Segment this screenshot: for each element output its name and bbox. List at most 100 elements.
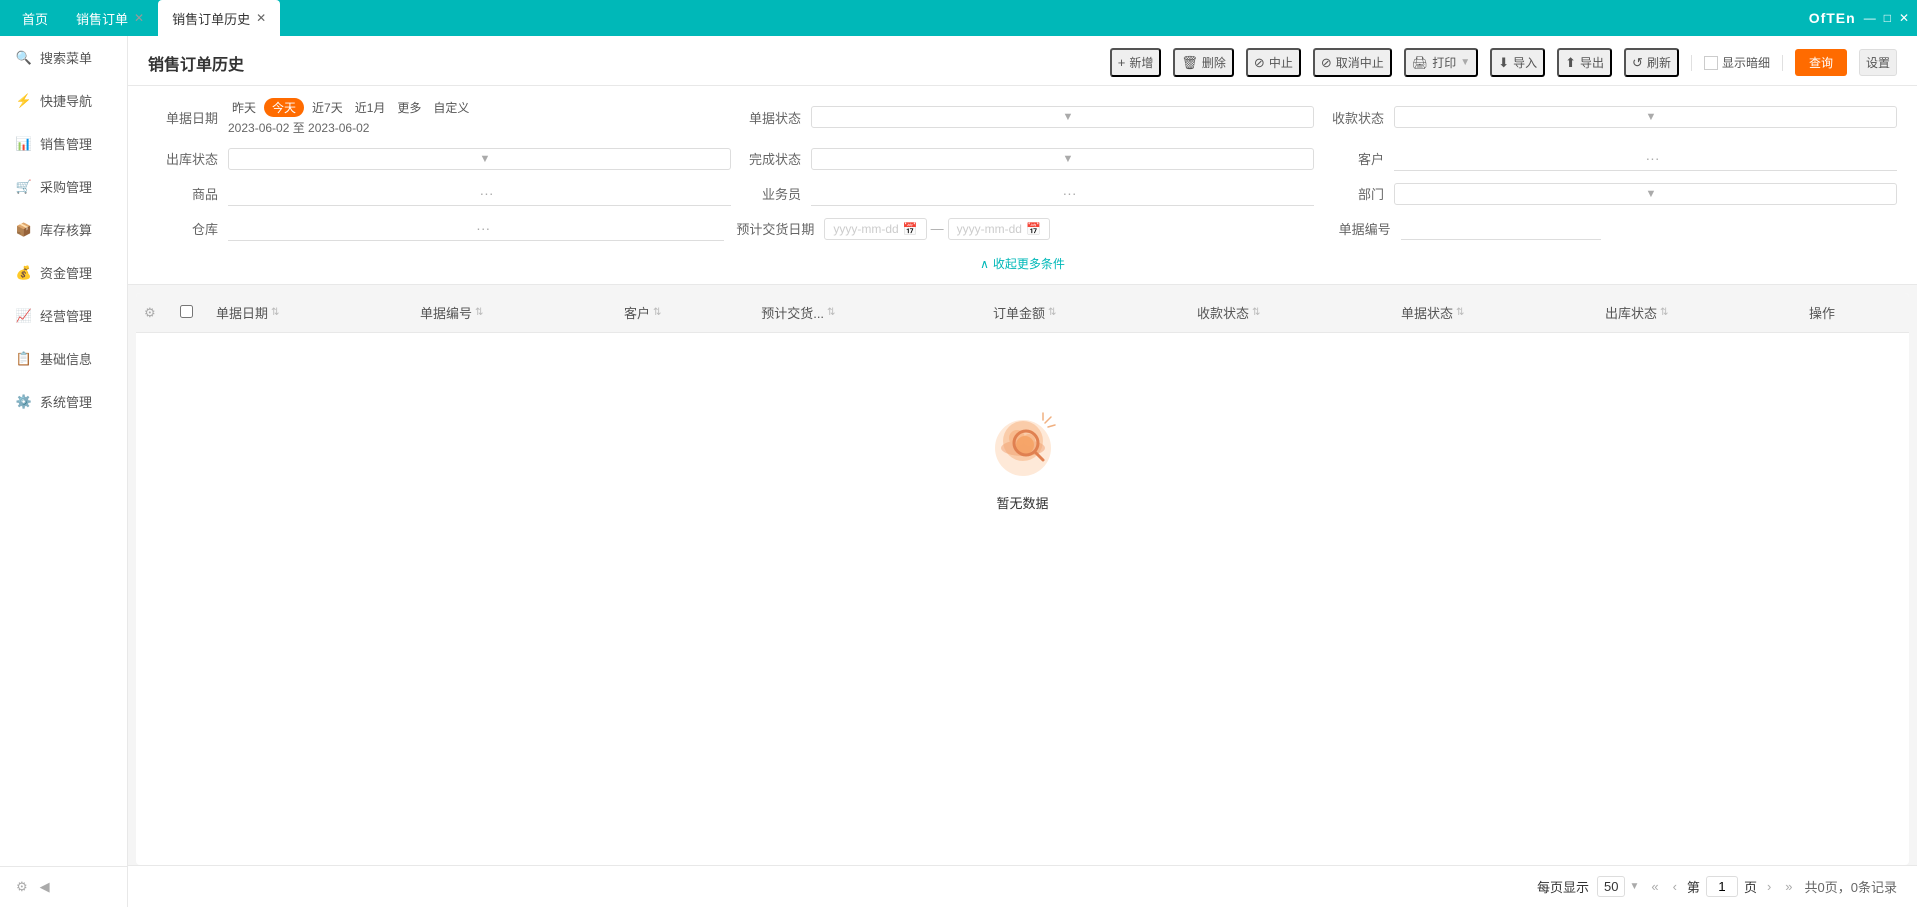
- sort-order-amount-icon[interactable]: ⇅: [1048, 307, 1056, 318]
- complete-status-select[interactable]: ▼: [811, 148, 1314, 170]
- sort-date-icon[interactable]: ⇅: [271, 307, 279, 318]
- page-number-input[interactable]: [1706, 876, 1738, 897]
- sidebar-item-finance[interactable]: 💰 资金管理: [0, 251, 127, 294]
- sort-collection-status-icon[interactable]: ⇅: [1252, 307, 1260, 318]
- sidebar-collapse-icon[interactable]: ◀: [40, 879, 50, 895]
- order-status-arrow-icon: ▼: [1063, 111, 1306, 123]
- sort-customer-icon[interactable]: ⇅: [653, 307, 661, 318]
- gear-icon-th[interactable]: ⚙: [144, 305, 156, 320]
- refresh-label: 刷新: [1647, 54, 1671, 71]
- date-btn-today[interactable]: 今天: [264, 98, 304, 117]
- sidebar-item-sales-mgmt-label: 销售管理: [40, 134, 92, 153]
- warehouse-input[interactable]: ···: [228, 216, 724, 241]
- order-status-select[interactable]: ▼: [811, 106, 1314, 128]
- expected-date-to[interactable]: yyyy-mm-dd 📅: [948, 218, 1050, 240]
- delete-button[interactable]: 🗑 删除: [1173, 48, 1234, 77]
- th-outbound-status: 出库状态 ⇅: [1597, 293, 1801, 333]
- warehouse-label: 仓库: [148, 219, 228, 238]
- content-area: 销售订单历史 + 新增 🗑 删除 ⊘ 中止 ⊘ 取消中止: [128, 36, 1917, 907]
- tab-home[interactable]: 首页: [8, 0, 62, 36]
- collapse-row[interactable]: ∧ 收起更多条件: [148, 251, 1897, 272]
- import-button[interactable]: ⬇ 导入: [1490, 48, 1545, 77]
- salesman-input[interactable]: ···: [811, 181, 1314, 206]
- date-btn-custom[interactable]: 自定义: [429, 98, 473, 117]
- import-icon: ⬇: [1498, 55, 1509, 71]
- purchase-mgmt-icon: 🛒: [16, 179, 32, 195]
- customer-input[interactable]: ···: [1394, 146, 1897, 171]
- show-columns-checkbox[interactable]: [1704, 56, 1718, 70]
- sidebar-item-inventory[interactable]: 📦 库存核算: [0, 208, 127, 251]
- sort-order-no-icon[interactable]: ⇅: [475, 307, 483, 318]
- date-btn-7days[interactable]: 近7天: [308, 98, 347, 117]
- sidebar-item-quick-nav[interactable]: ⚡ 快捷导航: [0, 79, 127, 122]
- warehouse-ellipsis-icon: ···: [476, 220, 720, 236]
- print-button[interactable]: 🖨 打印 ▼: [1404, 48, 1478, 77]
- th-order-amount-label: 订单金额: [993, 303, 1045, 322]
- goods-ellipsis-icon: ···: [480, 185, 728, 201]
- sidebar-item-sales-mgmt[interactable]: 📊 销售管理: [0, 122, 127, 165]
- date-btn-more[interactable]: 更多: [393, 98, 425, 117]
- outbound-status-select[interactable]: ▼: [228, 148, 731, 170]
- query-button[interactable]: 查询: [1795, 49, 1847, 76]
- th-customer: 客户 ⇅: [616, 293, 753, 333]
- sort-order-status-icon[interactable]: ⇅: [1456, 307, 1464, 318]
- sidebar-item-search-menu[interactable]: 🔍 搜索菜单: [0, 36, 127, 79]
- table-header-row: ⚙ 单据日期 ⇅ 单据编号: [136, 293, 1909, 333]
- page-size-value: 50: [1597, 876, 1625, 897]
- window-minimize-btn[interactable]: —: [1864, 11, 1876, 25]
- sidebar-item-operations[interactable]: 📈 经营管理: [0, 294, 127, 337]
- th-order-amount: 订单金额 ⇅: [985, 293, 1189, 333]
- empty-state: 暂无数据: [136, 333, 1909, 572]
- date-btn-1month[interactable]: 近1月: [351, 98, 390, 117]
- tab-sales-order-history[interactable]: 销售订单历史 ✕: [158, 0, 280, 36]
- export-button[interactable]: ⬆ 导出: [1557, 48, 1612, 77]
- cancel-stop-button[interactable]: ⊘ 取消中止: [1313, 48, 1392, 77]
- complete-status-arrow-icon: ▼: [1063, 153, 1306, 165]
- collection-status-arrow-icon: ▼: [1646, 111, 1889, 123]
- sidebar-item-purchase-mgmt[interactable]: 🛒 采购管理: [0, 165, 127, 208]
- settings-button[interactable]: 设置: [1859, 49, 1897, 76]
- tab-sales-order[interactable]: 销售订单 ✕: [62, 0, 158, 36]
- sidebar-settings-icon[interactable]: ⚙: [16, 879, 28, 895]
- collection-status-select[interactable]: ▼: [1394, 106, 1897, 128]
- sidebar-item-inventory-label: 库存核算: [40, 220, 92, 239]
- date-btn-yesterday[interactable]: 昨天: [228, 98, 260, 117]
- sort-outbound-status-icon[interactable]: ⇅: [1660, 307, 1668, 318]
- page-size-arrow-icon[interactable]: ▼: [1629, 881, 1639, 892]
- expected-date-from[interactable]: yyyy-mm-dd 📅: [824, 218, 926, 240]
- tab-sales-order-history-close[interactable]: ✕: [256, 11, 266, 25]
- date-quick-btns: 昨天 今天 近7天 近1月 更多 自定义: [228, 98, 473, 117]
- filter-row-3: 商品 ··· 业务员 ··· 部门: [148, 181, 1897, 206]
- window-maximize-btn[interactable]: □: [1884, 11, 1891, 25]
- refresh-button[interactable]: ↺ 刷新: [1624, 48, 1679, 77]
- new-button[interactable]: + 新增: [1110, 48, 1162, 77]
- sidebar-item-purchase-mgmt-label: 采购管理: [40, 177, 92, 196]
- sidebar-item-system-mgmt[interactable]: ⚙️ 系统管理: [0, 380, 127, 423]
- sort-expected-delivery-icon[interactable]: ⇅: [827, 307, 835, 318]
- window-close-btn[interactable]: ✕: [1899, 11, 1909, 25]
- basic-info-icon: 📋: [16, 351, 32, 367]
- goods-input[interactable]: ···: [228, 181, 731, 206]
- top-bar: 首页 销售订单 ✕ 销售订单历史 ✕ OfTEn — □ ✕: [0, 0, 1917, 36]
- sidebar-item-basic-info[interactable]: 📋 基础信息: [0, 337, 127, 380]
- customer-label: 客户: [1314, 149, 1394, 168]
- th-customer-label: 客户: [624, 303, 650, 322]
- th-order-status-label: 单据状态: [1401, 303, 1453, 322]
- last-page-btn[interactable]: »: [1781, 877, 1796, 896]
- dept-select[interactable]: ▼: [1394, 183, 1897, 205]
- next-page-btn[interactable]: ›: [1763, 877, 1775, 896]
- th-collection-status: 收款状态 ⇅: [1189, 293, 1393, 333]
- first-page-btn[interactable]: «: [1647, 877, 1662, 896]
- page-size-select[interactable]: 50 ▼: [1597, 876, 1639, 897]
- collapse-up-icon: ∧: [980, 257, 989, 271]
- page-title: 销售订单历史: [148, 51, 244, 75]
- date-range-text: 2023-06-02 至 2023-06-02: [228, 119, 369, 136]
- show-columns-label[interactable]: 显示暗细: [1704, 54, 1770, 71]
- prev-page-btn[interactable]: ‹: [1669, 877, 1681, 896]
- select-all-checkbox[interactable]: [180, 305, 193, 318]
- stop-button[interactable]: ⊘ 中止: [1246, 48, 1301, 77]
- expected-date-to-text: yyyy-mm-dd: [957, 222, 1022, 236]
- order-no-input[interactable]: [1401, 217, 1601, 240]
- tab-sales-order-close[interactable]: ✕: [134, 11, 144, 25]
- page-label: 第: [1687, 877, 1700, 896]
